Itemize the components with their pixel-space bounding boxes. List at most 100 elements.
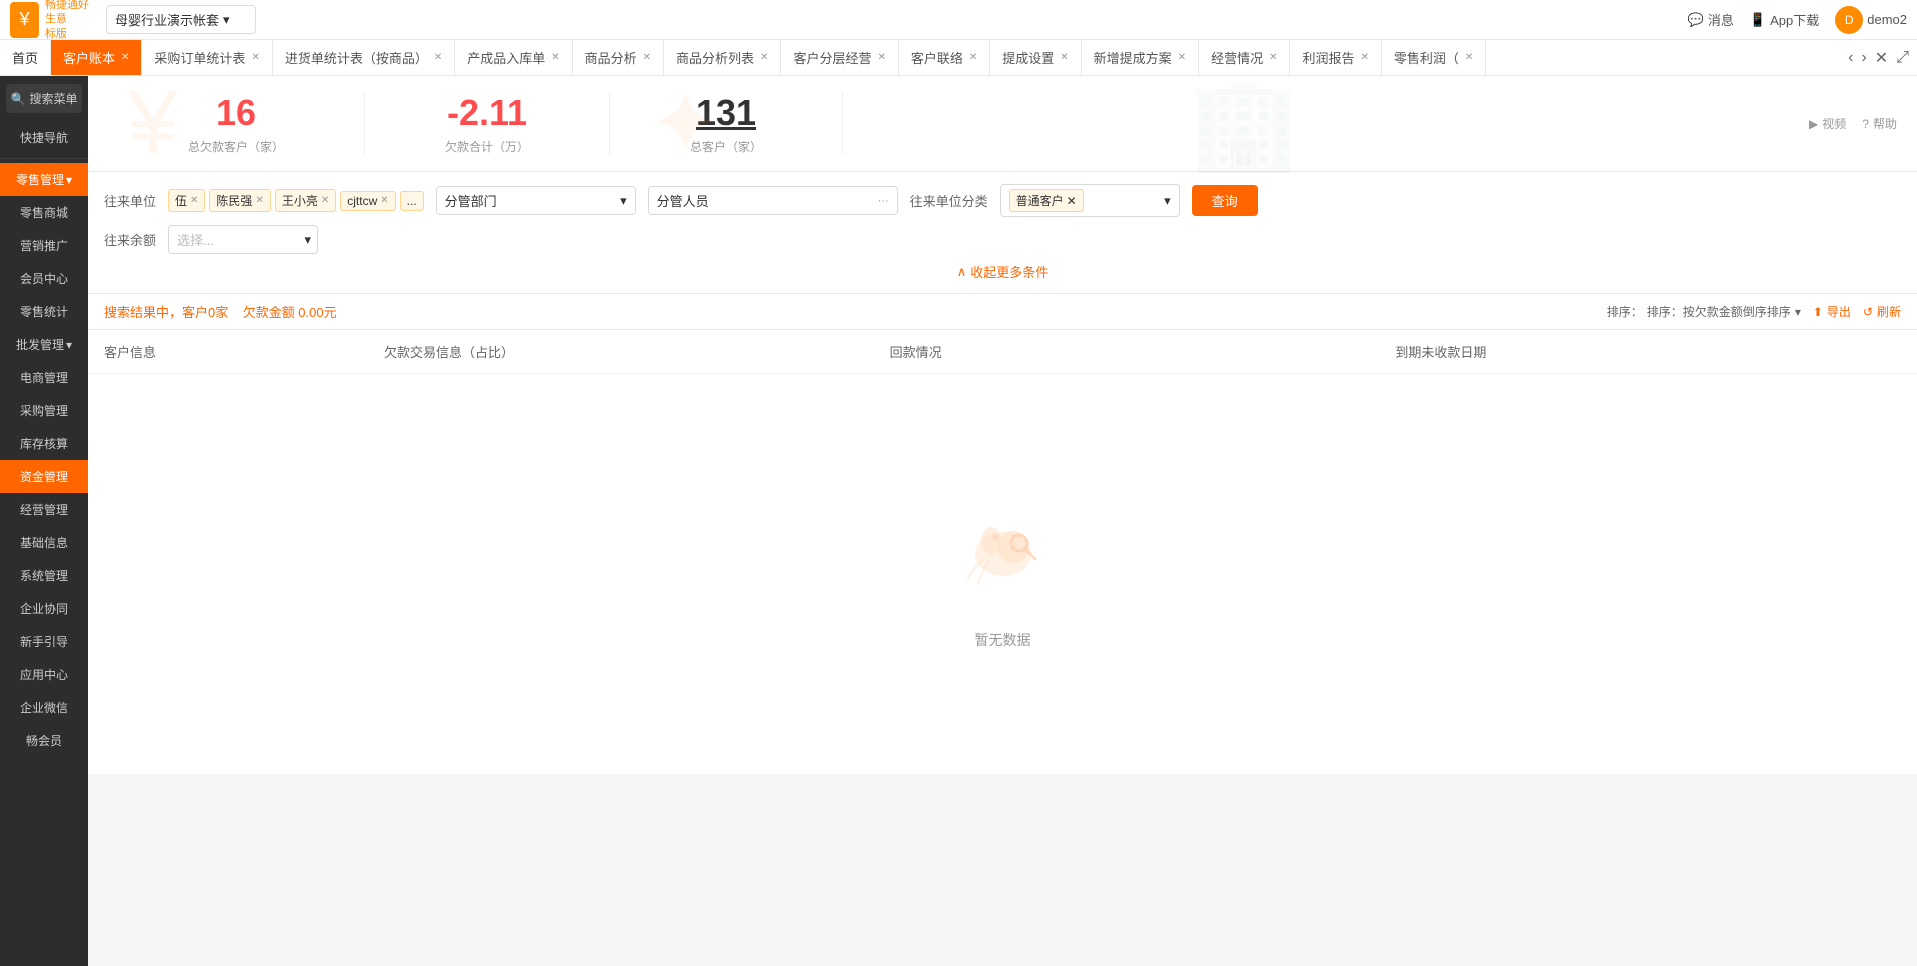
tab-operations[interactable]: 经营情况 ✕ bbox=[1199, 40, 1290, 76]
app-download-button[interactable]: 📱 App下载 bbox=[1750, 10, 1819, 29]
sidebar-item-system-mgmt[interactable]: 系统管理 bbox=[0, 559, 88, 592]
results-actions: 排序： 排序：按欠款金额倒序排序 ▾ ⬆ 导出 ↺ 刷新 bbox=[1607, 303, 1901, 320]
remove-tag-cjttcw[interactable]: ✕ bbox=[380, 195, 388, 206]
stats-bar: ¥ ✦ 🏢 16 总欠款客户（家） -2.11 欠款合计（万） 131 总客户（… bbox=[88, 76, 1917, 172]
close-tab-product-analysis[interactable]: ✕ bbox=[643, 52, 651, 63]
sidebar-item-member-center[interactable]: 会员中心 bbox=[0, 262, 88, 295]
close-tab-stock-stats[interactable]: ✕ bbox=[434, 52, 442, 63]
remove-tag-wang[interactable]: ✕ bbox=[321, 195, 329, 206]
top-bar-right: 💬 消息 📱 App下载 D demo2 bbox=[1688, 6, 1907, 34]
tab-tips-settings[interactable]: 提成设置 ✕ bbox=[990, 40, 1081, 76]
content-area: ¥ ✦ 🏢 16 总欠款客户（家） -2.11 欠款合计（万） 131 总客户（… bbox=[88, 76, 1917, 966]
filter-tag-wu: 伍 ✕ bbox=[168, 189, 205, 212]
logo-text: 畅捷通好生意 标版 bbox=[45, 0, 98, 41]
arrow-icon: ▾ bbox=[66, 338, 72, 352]
close-tab-tips-settings[interactable]: ✕ bbox=[1060, 52, 1068, 63]
sidebar-item-retail-mgmt[interactable]: 零售管理 ▾ bbox=[0, 163, 88, 196]
tab-product-analysis[interactable]: 商品分析 ✕ bbox=[573, 40, 664, 76]
main-layout: 🔍 搜索菜单 快捷导航 零售管理 ▾ 零售商城 营销推广 会员中心 零售统计 bbox=[0, 76, 1917, 966]
col-debt-info: 欠款交易信息（占比） bbox=[384, 342, 890, 361]
customer-type-area: 普通客户 ✕ ▾ bbox=[1000, 184, 1180, 217]
close-tab-customer-contact[interactable]: ✕ bbox=[969, 52, 977, 63]
close-tab-customer-segment[interactable]: ✕ bbox=[877, 52, 885, 63]
refresh-icon: ↺ bbox=[1863, 305, 1873, 319]
sidebar-item-marketing[interactable]: 营销推广 bbox=[0, 229, 88, 262]
query-button[interactable]: 查询 bbox=[1192, 185, 1258, 216]
col-due-date: 到期未收款日期 bbox=[1395, 342, 1901, 361]
remaining-dropdown[interactable]: 选择... ▾ bbox=[168, 225, 318, 254]
sidebar-item-vip-member[interactable]: 畅会员 bbox=[0, 724, 88, 757]
close-tab-customer-book[interactable]: ✕ bbox=[121, 52, 129, 63]
remove-tag-chen[interactable]: ✕ bbox=[255, 195, 263, 206]
sidebar-item-enterprise-wechat[interactable]: 企业微信 bbox=[0, 691, 88, 724]
next-tabs-icon[interactable]: › bbox=[1861, 49, 1866, 67]
sidebar-item-enterprise-coop[interactable]: 企业协同 bbox=[0, 592, 88, 625]
empty-icon bbox=[953, 499, 1053, 618]
sidebar-item-basic-info[interactable]: 基础信息 bbox=[0, 526, 88, 559]
top-bar: ¥ 畅捷通好生意 标版 母婴行业演示帐套 ▾ 💬 消息 📱 App下载 D de… bbox=[0, 0, 1917, 40]
close-tab-retail-profit[interactable]: ✕ bbox=[1465, 52, 1473, 63]
sidebar-item-ecommerce[interactable]: 电商管理 bbox=[0, 361, 88, 394]
tab-customer-book[interactable]: 客户账本 ✕ bbox=[51, 40, 142, 76]
table-header: 客户信息 欠款交易信息（占比） 回款情况 到期未收款日期 bbox=[88, 330, 1917, 374]
video-link[interactable]: ▶ 视频 bbox=[1809, 115, 1846, 132]
remove-customer-type[interactable]: ✕ bbox=[1067, 194, 1077, 208]
sidebar-item-purchase-mgmt[interactable]: 采购管理 bbox=[0, 394, 88, 427]
results-text: 搜索结果中，客户0家 欠款金额 0.00元 bbox=[104, 302, 337, 321]
sidebar-item-app-center[interactable]: 应用中心 bbox=[0, 658, 88, 691]
category-label: 往来单位分类 bbox=[910, 191, 988, 210]
workspace-selector[interactable]: 母婴行业演示帐套 ▾ bbox=[106, 5, 256, 34]
remaining-label: 往来余额 bbox=[104, 230, 156, 249]
tab-profit-report[interactable]: 利润报告 ✕ bbox=[1290, 40, 1381, 76]
export-button[interactable]: ⬆ 导出 bbox=[1813, 303, 1851, 320]
person-select[interactable]: 分管人员 ··· bbox=[648, 186, 898, 215]
help-link[interactable]: ? 帮助 bbox=[1862, 115, 1897, 132]
close-all-tabs-icon[interactable]: ✕ bbox=[1875, 48, 1888, 68]
collapse-button[interactable]: ∧ 收起更多条件 bbox=[957, 262, 1049, 281]
stat2-item: -2.11 欠款合计（万） bbox=[365, 92, 610, 155]
video-icon: ▶ bbox=[1809, 117, 1818, 131]
close-tab-new-tips[interactable]: ✕ bbox=[1178, 52, 1186, 63]
user-menu[interactable]: D demo2 bbox=[1835, 6, 1907, 34]
tab-product-stock[interactable]: 产成品入库单 ✕ bbox=[455, 40, 572, 76]
sidebar-item-quick-nav[interactable]: 快捷导航 bbox=[0, 121, 88, 154]
top-bar-left: ¥ 畅捷通好生意 标版 母婴行业演示帐套 ▾ bbox=[10, 0, 256, 41]
remove-tag-wu[interactable]: ✕ bbox=[190, 195, 198, 206]
table-body: 暂无数据 bbox=[88, 374, 1917, 774]
sidebar-item-business-mgmt[interactable]: 经营管理 bbox=[0, 493, 88, 526]
close-tab-product-analysis-list[interactable]: ✕ bbox=[760, 52, 768, 63]
category-select[interactable]: 普通客户 ✕ ▾ bbox=[1000, 184, 1180, 217]
close-tab-purchase-order[interactable]: ✕ bbox=[251, 52, 259, 63]
refresh-button[interactable]: ↺ 刷新 bbox=[1863, 303, 1901, 320]
sidebar-item-finance-mgmt[interactable]: 资金管理 bbox=[0, 460, 88, 493]
sidebar-item-retail-stats[interactable]: 零售统计 bbox=[0, 295, 88, 328]
message-button[interactable]: 💬 消息 bbox=[1688, 10, 1734, 29]
sort-select[interactable]: 排序： 排序：按欠款金额倒序排序 ▾ bbox=[1607, 303, 1801, 320]
close-tab-operations[interactable]: ✕ bbox=[1269, 52, 1277, 63]
tab-stock-stats[interactable]: 进货单统计表（按商品） ✕ bbox=[273, 40, 455, 76]
tab-customer-segment[interactable]: 客户分层经营 ✕ bbox=[781, 40, 898, 76]
tab-home[interactable]: 首页 bbox=[0, 40, 51, 76]
sidebar-item-inventory[interactable]: 库存核算 bbox=[0, 427, 88, 460]
tab-retail-profit[interactable]: 零售利润（ ✕ bbox=[1382, 40, 1486, 76]
sidebar: 🔍 搜索菜单 快捷导航 零售管理 ▾ 零售商城 营销推广 会员中心 零售统计 bbox=[0, 76, 88, 966]
expand-tabs-icon[interactable]: ⤢ bbox=[1896, 49, 1909, 67]
sidebar-item-retail-mall[interactable]: 零售商城 bbox=[0, 196, 88, 229]
search-menu-button[interactable]: 🔍 搜索菜单 bbox=[6, 84, 82, 113]
sidebar-item-wholesale-mgmt[interactable]: 批发管理 ▾ bbox=[0, 328, 88, 361]
tab-new-tips[interactable]: 新增提成方案 ✕ bbox=[1082, 40, 1199, 76]
close-tab-profit-report[interactable]: ✕ bbox=[1361, 52, 1369, 63]
tab-customer-contact[interactable]: 客户联络 ✕ bbox=[899, 40, 990, 76]
tab-purchase-order[interactable]: 采购订单统计表 ✕ bbox=[142, 40, 272, 76]
close-tab-product-stock[interactable]: ✕ bbox=[551, 52, 559, 63]
avatar: D bbox=[1835, 6, 1863, 34]
filter-tags: 伍 ✕ 陈民强 ✕ 王小亮 ✕ cjttcw ✕ bbox=[168, 189, 424, 212]
sidebar-divider bbox=[0, 158, 88, 159]
dept-select[interactable]: 分管部门 ▾ bbox=[436, 186, 636, 215]
filter-tag-more[interactable]: ... bbox=[400, 191, 424, 211]
export-icon: ⬆ bbox=[1813, 305, 1823, 319]
prev-tabs-icon[interactable]: ‹ bbox=[1848, 49, 1853, 67]
sidebar-item-new-guide[interactable]: 新手引导 bbox=[0, 625, 88, 658]
nav-tabs: 首页 客户账本 ✕ 采购订单统计表 ✕ 进货单统计表（按商品） ✕ 产成品入库单… bbox=[0, 40, 1917, 76]
tab-product-analysis-list[interactable]: 商品分析列表 ✕ bbox=[664, 40, 781, 76]
